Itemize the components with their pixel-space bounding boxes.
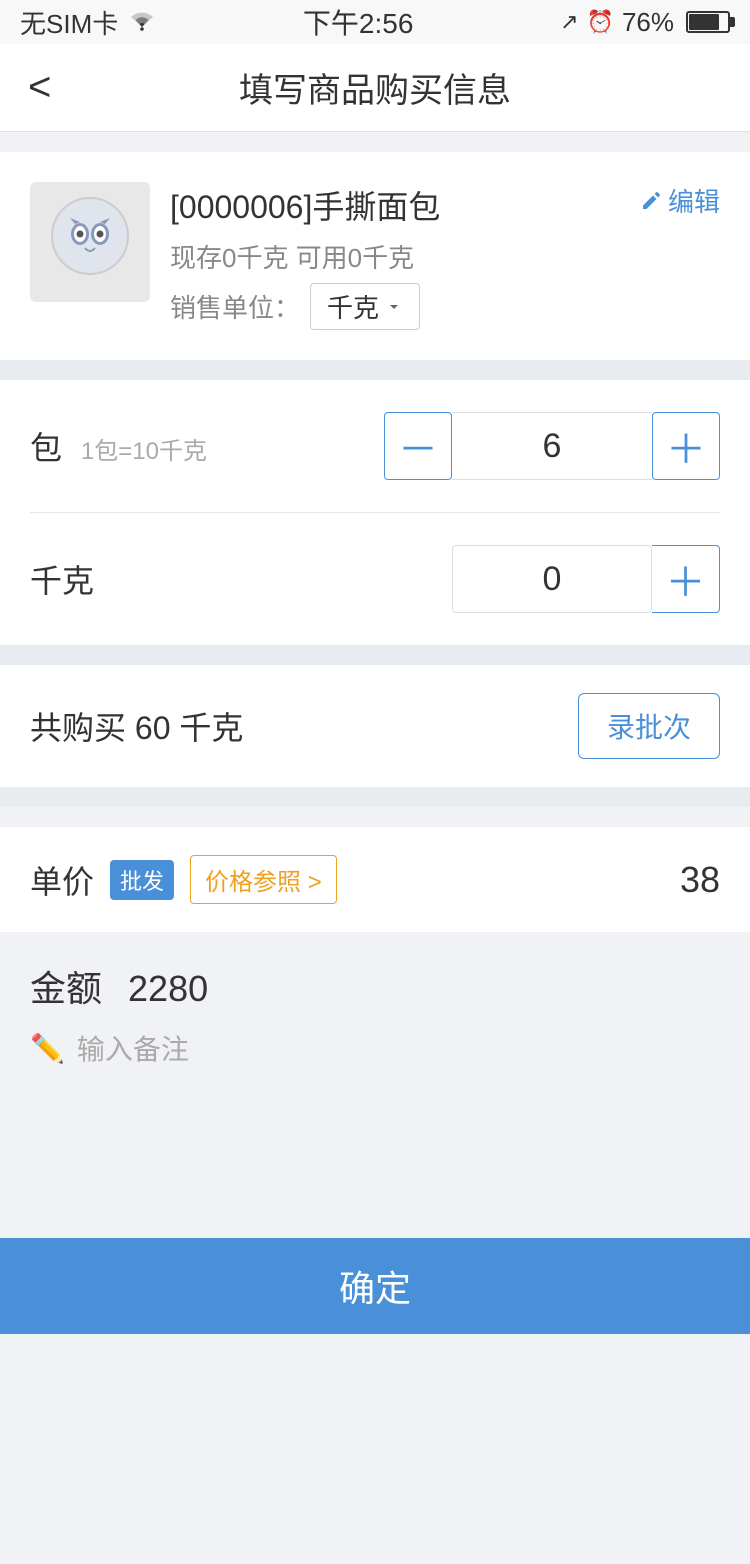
status-time: 下午2:56 — [303, 2, 414, 42]
price-ref-button[interactable]: 价格参照 > — [190, 855, 337, 904]
divider-2 — [0, 645, 750, 665]
batch-button[interactable]: 录批次 — [578, 693, 720, 759]
input-section: 包 1包=10千克 － ＋ 千克 ＋ — [0, 380, 750, 645]
product-stock: 现存0千克 可用0千克 — [170, 238, 720, 275]
product-card: [0000006]手撕面包 编辑 现存0千克 可用0千克 销售单位： 千克 — [0, 152, 750, 360]
package-plus-btn[interactable]: ＋ — [652, 412, 720, 480]
edit-label: 编辑 — [668, 182, 720, 219]
package-hint: 1包=10千克 — [81, 438, 207, 465]
package-label: 包 — [30, 430, 62, 466]
remark-placeholder: 输入备注 — [77, 1028, 189, 1068]
page-title: 填写商品购买信息 — [239, 63, 511, 112]
unit-label: 销售单位： — [170, 288, 300, 325]
product-unit-row: 销售单位： 千克 — [170, 283, 720, 330]
location-icon: ↗ — [560, 9, 578, 35]
product-image — [30, 182, 150, 302]
package-qty-input[interactable] — [452, 412, 652, 480]
confirm-button[interactable]: 确定 — [0, 1238, 750, 1334]
divider-1 — [0, 360, 750, 380]
wifi-icon — [128, 7, 156, 38]
carrier-text: 无SIM卡 — [20, 4, 118, 41]
amount-row: 金额 2280 — [30, 960, 720, 1012]
package-minus-btn[interactable]: － — [384, 412, 452, 480]
package-label-group: 包 1包=10千克 — [30, 423, 207, 469]
status-left: 无SIM卡 — [20, 4, 156, 41]
alarm-icon: ⏰ — [587, 9, 614, 35]
package-row: 包 1包=10千克 － ＋ — [30, 380, 720, 513]
kg-row: 千克 ＋ — [30, 513, 720, 645]
price-value: 38 — [680, 859, 720, 901]
pencil-icon: ✏️ — [30, 1032, 65, 1065]
amount-value: 2280 — [128, 968, 208, 1009]
price-section: 单价 批发 价格参照 > 38 — [0, 827, 750, 932]
nav-bar: < 填写商品购买信息 — [0, 44, 750, 132]
price-label: 单价 — [30, 857, 94, 903]
unit-value: 千克 — [327, 288, 379, 325]
amount-section: 金额 2280 ✏️ 输入备注 — [0, 932, 750, 1088]
battery-text: 76% — [622, 7, 674, 38]
edit-button[interactable]: 编辑 — [640, 182, 720, 219]
status-right: ↗ ⏰ 76% — [560, 7, 730, 38]
divider-3 — [0, 787, 750, 807]
package-quantity-control: － ＋ — [384, 412, 720, 480]
kg-qty-input[interactable] — [452, 545, 652, 613]
product-top-row: [0000006]手撕面包 编辑 — [170, 182, 720, 228]
kg-label-group: 千克 — [30, 556, 94, 602]
kg-quantity-control: ＋ — [452, 545, 720, 613]
price-badge: 批发 — [110, 860, 174, 900]
summary-text: 共购买 60 千克 — [30, 703, 243, 749]
remark-row[interactable]: ✏️ 输入备注 — [30, 1028, 720, 1088]
amount-label: 金额 — [30, 968, 102, 1009]
summary-section: 共购买 60 千克 录批次 — [0, 665, 750, 787]
kg-label: 千克 — [30, 563, 94, 599]
price-row: 单价 批发 价格参照 > 38 — [30, 855, 720, 904]
back-button[interactable]: < — [28, 65, 51, 110]
status-bar: 无SIM卡 下午2:56 ↗ ⏰ 76% — [0, 0, 750, 44]
kg-plus-btn[interactable]: ＋ — [652, 545, 720, 613]
product-info: [0000006]手撕面包 编辑 现存0千克 可用0千克 销售单位： 千克 — [170, 182, 720, 330]
battery-icon — [686, 11, 730, 33]
product-title: [0000006]手撕面包 — [170, 182, 440, 228]
unit-select[interactable]: 千克 — [310, 283, 420, 330]
product-logo-icon — [50, 196, 130, 288]
